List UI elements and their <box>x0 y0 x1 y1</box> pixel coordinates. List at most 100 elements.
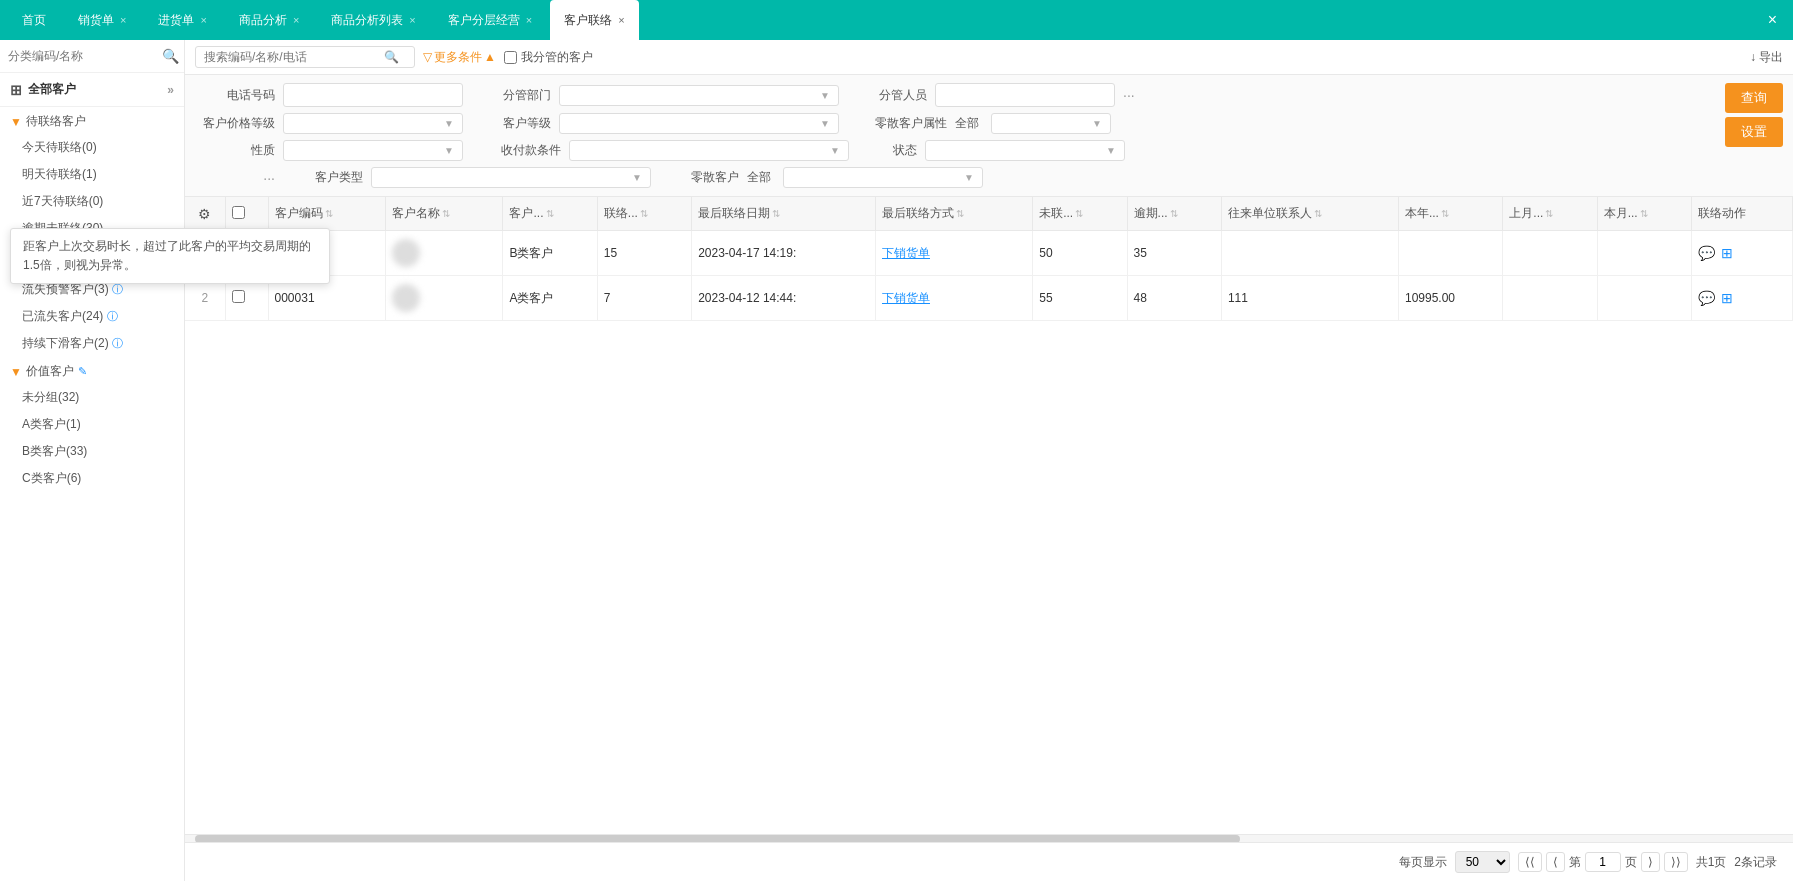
sidebar-today-contact[interactable]: 今天待联络(0) <box>0 134 184 161</box>
retail-attr-select[interactable]: ▼ <box>991 113 1111 134</box>
table-body: 1 000039 B类客户 15 2023-04-17 14:19: 下销货单 … <box>185 231 1793 321</box>
content-area: 🔍 ▽ 更多条件 ▲ 我分管的客户 ↓ 导出 电话号码 <box>185 40 1793 881</box>
prev-page-btn[interactable]: ⟨ <box>1546 852 1565 872</box>
sidebar-a-class[interactable]: A类客户(1) <box>0 411 184 438</box>
nav-tab-product-analysis[interactable]: 商品分析 × <box>225 0 313 40</box>
message-icon-2[interactable]: 💬 <box>1698 290 1715 306</box>
sidebar-c-class[interactable]: C类客户(6) <box>0 465 184 492</box>
dept-select[interactable]: ▼ <box>559 85 839 106</box>
sidebar-b-class[interactable]: B类客户(33) <box>0 438 184 465</box>
nature-select[interactable]: ▼ <box>283 140 463 161</box>
sidebar-search-input[interactable] <box>8 49 158 63</box>
nav-tab-product-list[interactable]: 商品分析列表 × <box>317 0 429 40</box>
chevron-down-icon: ▼ <box>820 90 830 101</box>
row-select-checkbox-2[interactable] <box>232 290 245 303</box>
customer-type-select[interactable]: ▼ <box>371 167 651 188</box>
nav-tab-customer-contact[interactable]: 客户联络 × <box>550 0 638 40</box>
more-dots-btn[interactable]: ··· <box>195 170 275 186</box>
message-icon-1[interactable]: 💬 <box>1698 245 1715 261</box>
last-page-btn[interactable]: ⟩⟩ <box>1664 852 1688 872</box>
per-page-select[interactable]: 50 20 100 <box>1455 851 1510 873</box>
dept-label: 分管部门 <box>491 87 551 104</box>
value-edit-icon[interactable]: ✎ <box>78 365 87 378</box>
th-unit-contact: 往来单位联系人 ⇅ <box>1221 197 1398 231</box>
row-last-month-1 <box>1503 231 1597 276</box>
sidebar-declining[interactable]: 持续下滑客户(2) ⓘ <box>0 330 184 357</box>
filter-bar: 🔍 ▽ 更多条件 ▲ 我分管的客户 ↓ 导出 <box>185 40 1793 75</box>
link-icon-2[interactable]: ⊞ <box>1721 290 1733 306</box>
status-label: 状态 <box>877 142 917 159</box>
close-product-list-tab[interactable]: × <box>409 14 415 26</box>
next-page-btn[interactable]: ⟩ <box>1641 852 1660 872</box>
first-page-btn[interactable]: ⟨⟨ <box>1518 852 1542 872</box>
avatar-1 <box>392 239 420 267</box>
retail-customer-select[interactable]: ▼ <box>783 167 983 188</box>
payment-select[interactable]: ▼ <box>569 140 849 161</box>
search-input-wrap: 🔍 <box>195 46 415 68</box>
sort-icon4: ⇅ <box>640 208 648 219</box>
collapse-icon[interactable]: » <box>167 83 174 97</box>
chevron-down-icon7: ▼ <box>1106 145 1116 156</box>
price-grade-select[interactable]: ▼ <box>283 113 463 134</box>
table-footer: 每页显示 50 20 100 ⟨⟨ ⟨ 第 页 ⟩ ⟩⟩ 共1页 2条记录 <box>185 842 1793 881</box>
row-type-1: B类客户 <box>503 231 597 276</box>
person-more-btn[interactable]: ··· <box>1123 87 1135 103</box>
sidebar-churned[interactable]: 已流失客户(24) ⓘ <box>0 303 184 330</box>
link-icon-1[interactable]: ⊞ <box>1721 245 1733 261</box>
chevron-down-icon9: ▼ <box>964 172 974 183</box>
status-select[interactable]: ▼ <box>925 140 1125 161</box>
customer-grade-select[interactable]: ▼ <box>559 113 839 134</box>
th-this-year: 本年... ⇅ <box>1398 197 1502 231</box>
value-customers-section[interactable]: ▼ 价值客户 ✎ <box>0 357 184 384</box>
th-this-month: 本月... ⇅ <box>1597 197 1691 231</box>
select-all-checkbox[interactable] <box>232 206 245 219</box>
chevron-down-icon8: ▼ <box>632 172 642 183</box>
chevron-down-icon4: ▼ <box>1092 118 1102 129</box>
page-number-input[interactable] <box>1585 852 1621 872</box>
my-customers-checkbox-label[interactable]: 我分管的客户 <box>504 49 593 66</box>
grid-icon: ⊞ <box>10 82 22 98</box>
sidebar-body: ⊞ 全部客户 » ▼ 待联络客户 今天待联络(0) 明天待联络(1) 近7天待联… <box>0 73 184 881</box>
sidebar-tomorrow-contact[interactable]: 明天待联络(1) <box>0 161 184 188</box>
nav-tab-customer-tier[interactable]: 客户分层经营 × <box>434 0 546 40</box>
sidebar-7days-contact[interactable]: 近7天待联络(0) <box>0 188 184 215</box>
gear-icon[interactable]: ⚙ <box>198 206 211 222</box>
person-input[interactable] <box>935 83 1115 107</box>
horizontal-scrollbar[interactable] <box>185 834 1793 842</box>
action-buttons: 查询 设置 <box>1725 83 1783 188</box>
search-icon[interactable]: 🔍 <box>384 50 399 64</box>
pending-contact-section[interactable]: ▼ 待联络客户 <box>0 107 184 134</box>
sidebar-ungrouped[interactable]: 未分组(32) <box>0 384 184 411</box>
th-checkbox <box>225 197 268 231</box>
nav-tab-sales[interactable]: 销货单 × <box>64 0 140 40</box>
table-row: 1 000039 B类客户 15 2023-04-17 14:19: 下销货单 … <box>185 231 1793 276</box>
chevron-up-icon: ▲ <box>484 50 496 64</box>
more-conditions-btn[interactable]: ▽ 更多条件 ▲ <box>423 49 496 66</box>
sort-icon11: ⇅ <box>1545 208 1553 219</box>
nav-tab-purchase[interactable]: 进货单 × <box>144 0 220 40</box>
close-customer-tier-tab[interactable]: × <box>526 14 532 26</box>
close-product-analysis-tab[interactable]: × <box>293 14 299 26</box>
window-close-button[interactable]: × <box>1760 11 1785 29</box>
sidebar-search-icon[interactable]: 🔍 <box>162 48 179 64</box>
method-link-1[interactable]: 下销货单 <box>882 246 930 260</box>
all-customers-header[interactable]: ⊞ 全部客户 » <box>0 73 184 107</box>
row-contact-count-2: 7 <box>597 276 691 321</box>
close-purchase-tab[interactable]: × <box>200 14 206 26</box>
customer-search-input[interactable] <box>204 50 384 64</box>
method-link-2[interactable]: 下销货单 <box>882 291 930 305</box>
sort-icon10: ⇅ <box>1441 208 1449 219</box>
export-button[interactable]: ↓ 导出 <box>1750 49 1783 66</box>
action-icons-2: 💬 ⊞ <box>1698 290 1786 306</box>
phone-input[interactable] <box>283 83 463 107</box>
close-sales-tab[interactable]: × <box>120 14 126 26</box>
close-customer-contact-tab[interactable]: × <box>618 14 624 26</box>
retail-customer-value: 全部 <box>747 169 771 186</box>
my-customers-checkbox[interactable] <box>504 51 517 64</box>
row-last-method-1: 下销货单 <box>876 231 1033 276</box>
row-type-2: A类客户 <box>503 276 597 321</box>
query-button[interactable]: 查询 <box>1725 83 1783 113</box>
chevron-down-icon3: ▼ <box>820 118 830 129</box>
settings-button[interactable]: 设置 <box>1725 117 1783 147</box>
nav-tab-home[interactable]: 首页 <box>8 0 60 40</box>
